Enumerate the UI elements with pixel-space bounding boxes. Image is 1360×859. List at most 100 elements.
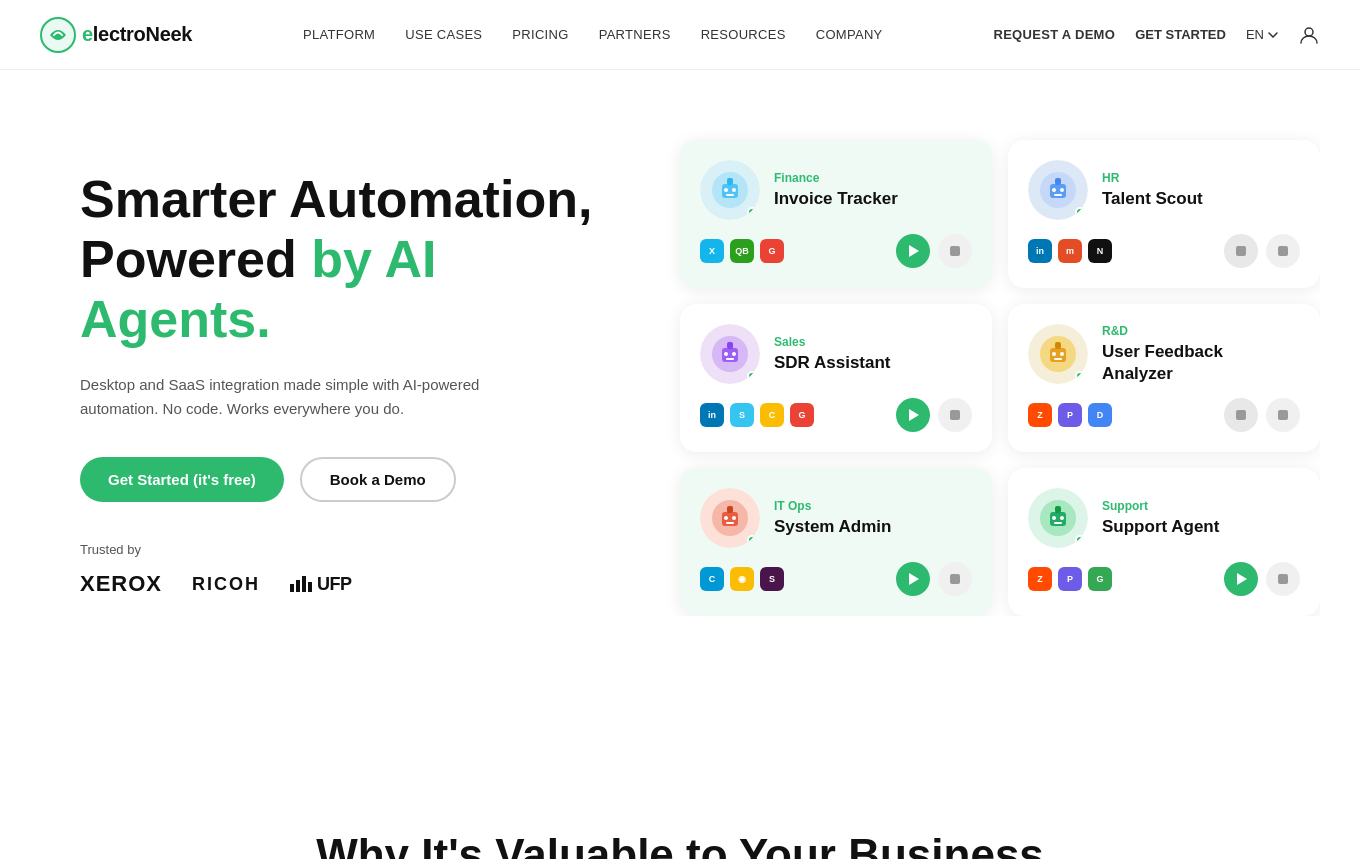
trusted-label: Trusted by <box>80 542 620 557</box>
avatar-online-dot <box>1075 371 1085 381</box>
avatar-sales <box>700 324 760 384</box>
hero-right: Finance Invoice Tracker X QB G <box>620 130 1320 616</box>
svg-point-10 <box>1052 188 1056 192</box>
hero-description: Desktop and SaaS integration made simple… <box>80 373 560 421</box>
user-icon[interactable] <box>1298 24 1320 46</box>
hero-buttons: Get Started (it's free) Book a Demo <box>80 457 620 502</box>
get-started-button[interactable]: Get Started (it's free) <box>80 457 284 502</box>
avatar-support <box>1028 488 1088 548</box>
nav-resources[interactable]: RESOURCES <box>701 27 786 42</box>
quickbooks-icon: QB <box>730 239 754 263</box>
nav-platform[interactable]: PLATFORM <box>303 27 375 42</box>
card-category-hr: HR <box>1102 171 1300 185</box>
card-name-support: Support Agent <box>1102 516 1300 537</box>
nav-pricing[interactable]: PRICING <box>512 27 568 42</box>
linkedin-icon: in <box>700 403 724 427</box>
card-name-sales: SDR Assistant <box>774 352 972 373</box>
svg-point-34 <box>1052 516 1056 520</box>
svg-point-23 <box>1060 352 1064 356</box>
svg-rect-6 <box>726 194 734 196</box>
svg-point-11 <box>1060 188 1064 192</box>
linkedin-icon: in <box>1028 239 1052 263</box>
play-button[interactable] <box>1224 562 1258 596</box>
avatar-rd <box>1028 324 1088 384</box>
svg-rect-37 <box>1055 506 1061 513</box>
why-title: Why It's Valuable to Your Business <box>40 830 1320 859</box>
card-category-rd: R&D <box>1102 324 1300 338</box>
card-name-rd: User FeedbackAnalyzer <box>1102 341 1300 384</box>
request-demo-link[interactable]: REQUEST A DEMO <box>993 27 1115 42</box>
avatar-online-dot <box>747 371 757 381</box>
ufp-logo: UFP <box>290 574 352 595</box>
svg-rect-25 <box>1055 342 1061 349</box>
logo-icon <box>40 17 76 53</box>
svg-rect-18 <box>726 358 734 360</box>
agent-card-it-sysadmin: IT Ops System Admin C ◉ S <box>680 468 992 616</box>
nav-company[interactable]: COMPANY <box>816 27 883 42</box>
nav-partners[interactable]: PARTNERS <box>599 27 671 42</box>
slack-icon: S <box>760 567 784 591</box>
nav-use-cases[interactable]: USE CASES <box>405 27 482 42</box>
svg-rect-19 <box>727 342 733 349</box>
agent-cards-grid: Finance Invoice Tracker X QB G <box>680 140 1320 616</box>
svg-point-17 <box>732 352 736 356</box>
slack-icon: S <box>730 403 754 427</box>
avatar-it <box>700 488 760 548</box>
logo[interactable]: electroNeek <box>40 17 192 53</box>
stop-button[interactable] <box>938 234 972 268</box>
agent-card-finance-invoice: Finance Invoice Tracker X QB G <box>680 140 992 288</box>
pause-button[interactable] <box>1224 234 1258 268</box>
avatar-online-dot <box>747 535 757 545</box>
card-controls <box>896 398 972 432</box>
agent-card-rd-feedback: R&D User FeedbackAnalyzer Z P D <box>1008 304 1320 452</box>
svg-point-29 <box>732 516 736 520</box>
svg-point-4 <box>724 188 728 192</box>
card-category-it: IT Ops <box>774 499 972 513</box>
card-controls <box>1224 562 1300 596</box>
navbar: electroNeek PLATFORM USE CASES PRICING P… <box>0 0 1360 70</box>
svg-point-1 <box>1305 28 1313 36</box>
why-section: Why It's Valuable to Your Business Make … <box>0 750 1360 859</box>
stop-button[interactable] <box>938 398 972 432</box>
card-name-it: System Admin <box>774 516 972 537</box>
card-controls <box>1224 398 1300 432</box>
logo-text: electroNeek <box>82 23 192 46</box>
language-selector[interactable]: EN <box>1246 27 1278 42</box>
xero-icon: X <box>700 239 724 263</box>
hero-section: Smarter Automation, Powered by AI Agents… <box>0 70 1360 750</box>
xerox-logo: XEROX <box>80 571 162 597</box>
zapier-icon: Z <box>1028 567 1052 591</box>
monday-icon: m <box>1058 239 1082 263</box>
svg-rect-36 <box>1054 522 1062 524</box>
svg-rect-13 <box>1055 178 1061 185</box>
card-controls <box>896 562 972 596</box>
trusted-by-section: Trusted by XEROX RICOH UFP <box>80 542 620 597</box>
zapier-icon: Z <box>1028 403 1052 427</box>
avatar-finance <box>700 160 760 220</box>
svg-rect-31 <box>727 506 733 513</box>
hero-left: Smarter Automation, Powered by AI Agents… <box>80 130 620 597</box>
card-app-icons: Z P G <box>1028 567 1112 591</box>
play-button[interactable] <box>896 562 930 596</box>
svg-point-5 <box>732 188 736 192</box>
card-controls <box>896 234 972 268</box>
avatar-online-dot <box>1075 207 1085 217</box>
card-category-support: Support <box>1102 499 1300 513</box>
stop-button[interactable] <box>1266 234 1300 268</box>
gmail-icon: G <box>760 239 784 263</box>
nav-actions: REQUEST A DEMO GET STARTED EN <box>993 24 1320 46</box>
pause-button[interactable] <box>1224 398 1258 432</box>
play-button[interactable] <box>896 234 930 268</box>
citrix-icon: C <box>700 567 724 591</box>
play-button[interactable] <box>896 398 930 432</box>
card-controls <box>1224 234 1300 268</box>
get-started-link[interactable]: GET STARTED <box>1135 27 1226 42</box>
stop-button[interactable] <box>938 562 972 596</box>
svg-rect-12 <box>1054 194 1062 196</box>
avatar-online-dot <box>747 207 757 217</box>
pitch-icon: P <box>1058 567 1082 591</box>
stop-button[interactable] <box>1266 562 1300 596</box>
book-demo-button[interactable]: Book a Demo <box>300 457 456 502</box>
stop-button[interactable] <box>1266 398 1300 432</box>
pitch-icon: P <box>1058 403 1082 427</box>
